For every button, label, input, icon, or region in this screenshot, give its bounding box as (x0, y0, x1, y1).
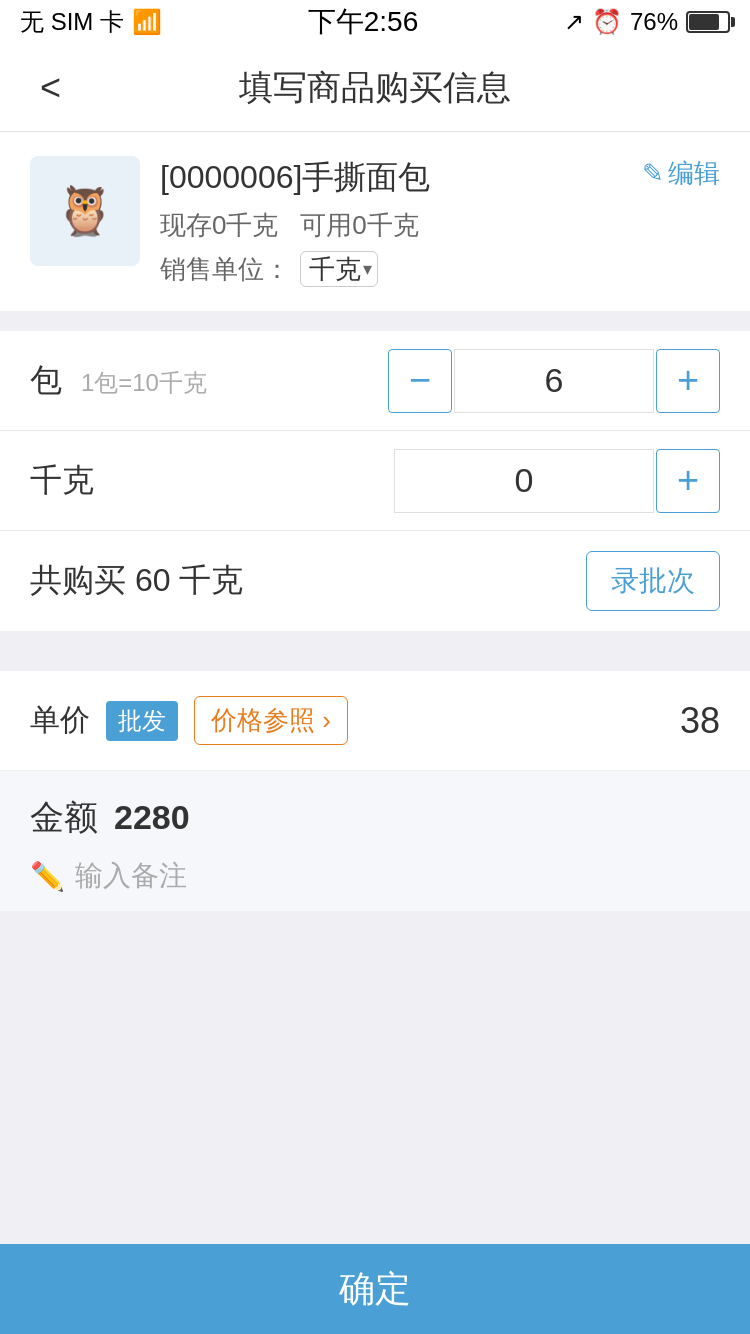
location-icon: ↗ (564, 8, 584, 36)
nav-bar: < 填写商品购买信息 (0, 44, 750, 132)
unit-select-input[interactable]: 千克 (300, 251, 378, 287)
status-time: 下午2:56 (308, 3, 419, 41)
product-stock: 现存0千克 可用0千克 (160, 208, 720, 243)
divider-1 (0, 311, 750, 331)
product-logo-icon: 🦉 (55, 183, 115, 239)
wifi-icon: 📶 (132, 8, 162, 36)
battery-percent: 76% (630, 8, 678, 36)
amount-row: 金额2280 (30, 795, 720, 841)
kilogram-quantity-control: + (394, 449, 720, 513)
price-reference-button[interactable]: 价格参照 › (194, 696, 348, 745)
note-row[interactable]: ✏️ 输入备注 (30, 857, 720, 895)
package-quantity-control: − + (388, 349, 720, 413)
bottom-area (0, 911, 750, 1261)
amount-section: 金额2280 ✏️ 输入备注 (0, 771, 750, 911)
edit-icon: ✎ (642, 158, 664, 189)
product-card: 🦉 [0000006]手撕面包 现存0千克 可用0千克 销售单位： 千克 ✎ 编… (0, 132, 750, 311)
kilogram-label: 千克 (30, 459, 394, 503)
package-quantity-input[interactable] (454, 349, 654, 413)
page-title: 填写商品购买信息 (239, 65, 511, 111)
amount-value: 2280 (114, 798, 190, 836)
kilogram-plus-button[interactable]: + (656, 449, 720, 513)
divider-2 (0, 631, 750, 651)
record-batch-button[interactable]: 录批次 (586, 551, 720, 611)
input-section: 包 1包=10千克 − + 千克 + 共购买 60 千克 录批次 (0, 331, 750, 631)
price-type-tag: 批发 (106, 701, 178, 741)
product-name: [0000006]手撕面包 (160, 156, 720, 200)
product-info: [0000006]手撕面包 现存0千克 可用0千克 销售单位： 千克 (160, 156, 720, 287)
pencil-icon: ✏️ (30, 860, 65, 893)
kilogram-quantity-input[interactable] (394, 449, 654, 513)
total-text: 共购买 60 千克 (30, 559, 586, 603)
price-value: 38 (680, 700, 720, 742)
alarm-icon: ⏰ (592, 8, 622, 36)
status-left: 无 SIM 卡 📶 (20, 6, 162, 38)
edit-button[interactable]: ✎ 编辑 (642, 156, 720, 191)
price-row: 单价 批发 价格参照 › 38 (0, 671, 750, 771)
package-plus-button[interactable]: + (656, 349, 720, 413)
price-section: 单价 批发 价格参照 › 38 (0, 671, 750, 771)
battery-icon (686, 11, 730, 33)
package-row: 包 1包=10千克 − + (0, 331, 750, 431)
package-label: 包 1包=10千克 (30, 359, 388, 403)
note-placeholder[interactable]: 输入备注 (75, 857, 187, 895)
status-bar: 无 SIM 卡 📶 下午2:56 ↗ ⏰ 76% (0, 0, 750, 44)
total-row: 共购买 60 千克 录批次 (0, 531, 750, 631)
confirm-button[interactable]: 确定 (0, 1244, 750, 1334)
unit-selector[interactable]: 千克 (300, 251, 378, 287)
product-unit-row: 销售单位： 千克 (160, 251, 720, 287)
product-image: 🦉 (30, 156, 140, 266)
package-hint: 1包=10千克 (81, 369, 207, 396)
package-minus-button[interactable]: − (388, 349, 452, 413)
carrier-text: 无 SIM 卡 (20, 6, 124, 38)
kilogram-row: 千克 + (0, 431, 750, 531)
status-right: ↗ ⏰ 76% (564, 8, 730, 36)
price-label: 单价 (30, 700, 90, 741)
back-button[interactable]: < (30, 57, 71, 119)
